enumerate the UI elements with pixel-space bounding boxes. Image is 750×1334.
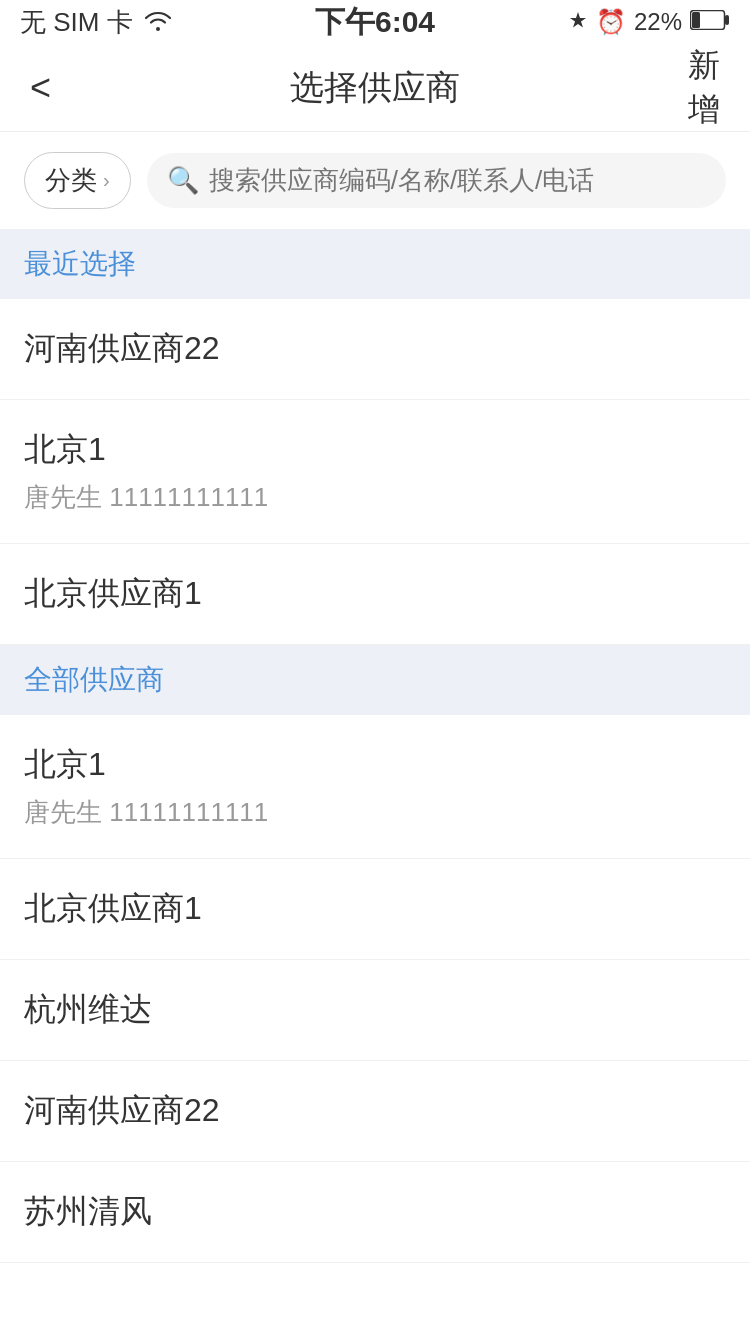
- add-button[interactable]: 新增: [660, 44, 720, 132]
- item-name: 北京1: [24, 428, 726, 472]
- search-icon: 🔍: [167, 165, 199, 196]
- all-section-header: 全部供应商: [0, 645, 750, 715]
- back-button[interactable]: <: [30, 67, 90, 109]
- battery-icon: [690, 8, 730, 36]
- item-name: 北京供应商1: [24, 572, 726, 616]
- battery-percent: 22%: [634, 8, 682, 36]
- list-item[interactable]: 北京供应商1: [0, 544, 750, 645]
- item-name: 苏州清风: [24, 1190, 726, 1234]
- chevron-right-icon: ›: [103, 169, 110, 192]
- list-item[interactable]: 河南供应商22: [0, 1061, 750, 1162]
- search-box: 🔍: [147, 153, 726, 208]
- sim-text: 无 SIM 卡: [20, 5, 133, 40]
- list-item[interactable]: 河南供应商22: [0, 299, 750, 400]
- list-item[interactable]: 北京供应商1: [0, 859, 750, 960]
- filter-bar: 分类 › 🔍: [0, 132, 750, 229]
- wifi-icon: [143, 7, 173, 38]
- recent-section-header: 最近选择: [0, 229, 750, 299]
- list-item[interactable]: 杭州维达: [0, 960, 750, 1061]
- status-time: 下午6:04: [315, 2, 435, 43]
- item-name: 河南供应商22: [24, 1089, 726, 1133]
- list-item[interactable]: 北京1 唐先生 11111111111: [0, 400, 750, 544]
- svg-rect-2: [692, 12, 700, 28]
- svg-rect-1: [725, 15, 729, 25]
- status-bar: 无 SIM 卡 下午6:04 ⏰ 22%: [0, 0, 750, 44]
- category-button[interactable]: 分类 ›: [24, 152, 131, 209]
- search-input[interactable]: [209, 165, 706, 196]
- list-item[interactable]: 北京1 唐先生 11111111111: [0, 715, 750, 859]
- item-sub: 唐先生 11111111111: [24, 795, 726, 830]
- alarm-icon: ⏰: [596, 8, 626, 36]
- list-item[interactable]: 苏州清风: [0, 1162, 750, 1263]
- all-items-list: 北京1 唐先生 11111111111 北京供应商1 杭州维达 河南供应商22 …: [0, 715, 750, 1263]
- status-right: ⏰ 22%: [568, 8, 730, 36]
- item-name: 北京1: [24, 743, 726, 787]
- item-name: 北京供应商1: [24, 887, 726, 931]
- status-left: 无 SIM 卡: [20, 5, 173, 40]
- item-name: 杭州维达: [24, 988, 726, 1032]
- recent-items-list: 河南供应商22 北京1 唐先生 11111111111 北京供应商1: [0, 299, 750, 645]
- location-icon: [568, 8, 588, 36]
- item-sub: 唐先生 11111111111: [24, 480, 726, 515]
- item-name: 河南供应商22: [24, 327, 726, 371]
- page-title: 选择供应商: [90, 65, 660, 111]
- category-label: 分类: [45, 163, 97, 198]
- nav-bar: < 选择供应商 新增: [0, 44, 750, 132]
